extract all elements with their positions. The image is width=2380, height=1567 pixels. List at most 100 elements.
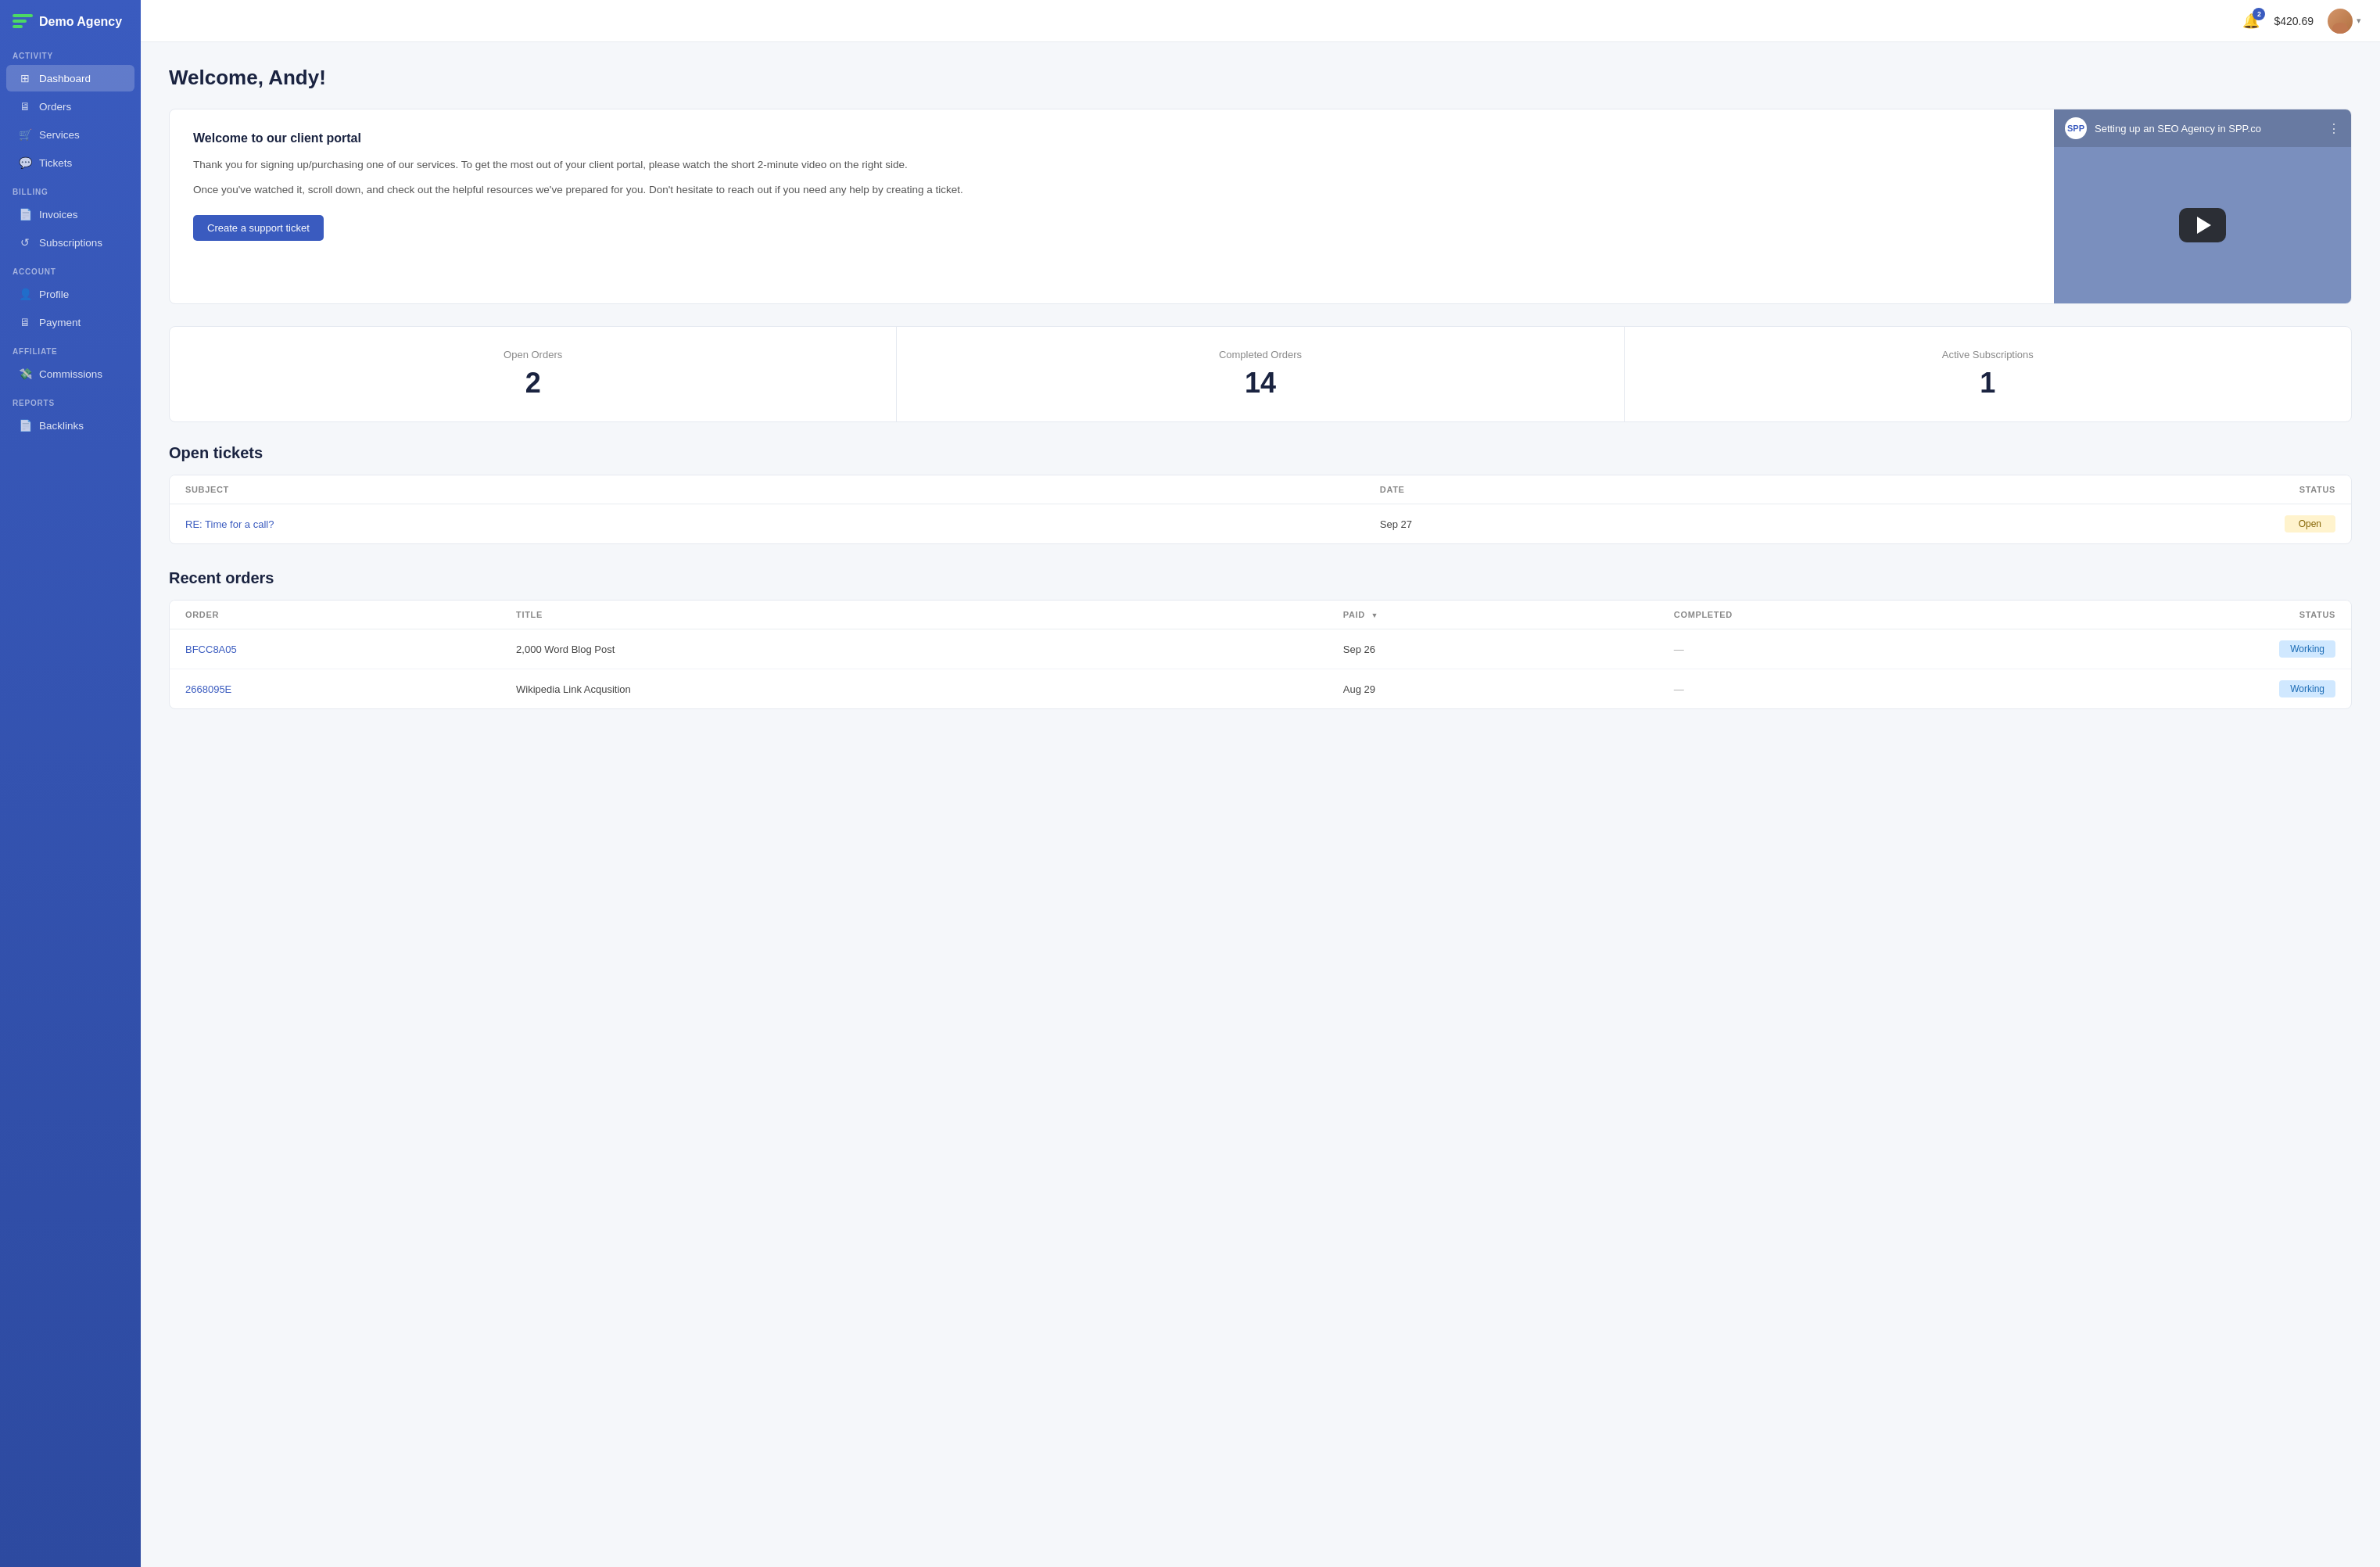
sidebar-item-commissions[interactable]: 💸 Commissions [6, 360, 134, 387]
orders-icon: 🖥 [19, 100, 31, 113]
open-tickets-table: SUBJECT DATE STATUS RE: Time for a call?… [169, 475, 2352, 544]
video-options-icon[interactable]: ⋮ [2328, 121, 2340, 136]
sidebar-item-label: Orders [39, 101, 71, 113]
orders-table-header: ORDER TITLE PAID ▼ COMPLETED STATUS [170, 601, 2351, 629]
sidebar-item-label: Services [39, 129, 80, 141]
commissions-icon: 💸 [19, 368, 31, 380]
status-badge: Working [2279, 640, 2335, 658]
col-title-header: TITLE [516, 610, 1343, 619]
account-balance: $420.69 [2274, 15, 2314, 27]
order-completed-date: — [1674, 644, 2005, 655]
order-id-link[interactable]: 2668095E [185, 683, 231, 695]
video-panel: SPP Setting up an SEO Agency in SPP.co ⋮ [2054, 109, 2351, 303]
page-title: Welcome, Andy! [169, 66, 2352, 90]
subscriptions-icon: ↺ [19, 236, 31, 249]
services-icon: 🛒 [19, 128, 31, 141]
video-title: Setting up an SEO Agency in SPP.co [2095, 123, 2261, 134]
sidebar-item-profile[interactable]: 👤 Profile [6, 281, 134, 307]
user-menu[interactable]: ▾ [2328, 9, 2361, 34]
sidebar-item-label: Backlinks [39, 420, 84, 432]
play-button[interactable] [2179, 208, 2226, 242]
active-subs-label: Active Subscriptions [1640, 349, 2335, 360]
sidebar-item-label: Dashboard [39, 73, 91, 84]
notification-badge: 2 [2253, 8, 2265, 20]
order-id: BFCC8A05 [185, 642, 516, 656]
table-row: BFCC8A05 2,000 Word Blog Post Sep 26 — W… [170, 629, 2351, 669]
ticket-status: Open [1858, 515, 2335, 532]
order-completed-date: — [1674, 683, 2005, 695]
payment-icon: 🖥 [19, 316, 31, 328]
topbar: 🔔 2 $420.69 ▾ [141, 0, 2380, 42]
sidebar-item-invoices[interactable]: 📄 Invoices [6, 201, 134, 228]
logo-icon [13, 14, 33, 30]
account-section-label: ACCOUNT [0, 256, 141, 280]
sidebar-item-tickets[interactable]: 💬 Tickets [6, 149, 134, 176]
main-area: 🔔 2 $420.69 ▾ Welcome, Andy! Welcome to … [141, 0, 2380, 1567]
backlinks-icon: 📄 [19, 419, 31, 432]
table-row: 2668095E Wikipedia Link Acqusition Aug 2… [170, 669, 2351, 708]
stats-row: Open Orders 2 Completed Orders 14 Active… [169, 326, 2352, 422]
order-paid-date: Sep 26 [1343, 644, 1674, 655]
ticket-subject-link[interactable]: RE: Time for a call? [185, 518, 274, 530]
welcome-card: Welcome to our client portal Thank you f… [169, 109, 2352, 304]
recent-orders-section-title: Recent orders [169, 569, 2352, 587]
video-play-area[interactable] [2054, 147, 2351, 303]
invoices-icon: 📄 [19, 208, 31, 221]
sidebar-item-subscriptions[interactable]: ↺ Subscriptions [6, 229, 134, 256]
notification-bell[interactable]: 🔔 2 [2242, 13, 2260, 30]
activity-section-label: ACTIVITY [0, 41, 141, 64]
open-orders-stat: Open Orders 2 [170, 327, 897, 421]
col-status-header: STATUS [1858, 485, 2335, 494]
col-completed-header: COMPLETED [1674, 610, 2005, 619]
order-title: Wikipedia Link Acqusition [516, 683, 1343, 695]
create-ticket-button[interactable]: Create a support ticket [193, 215, 324, 241]
sidebar-item-label: Tickets [39, 157, 72, 169]
completed-orders-value: 14 [912, 367, 1608, 400]
video-channel-icon: SPP [2065, 117, 2087, 139]
col-paid-header: PAID ▼ [1343, 610, 1674, 619]
ticket-subject: RE: Time for a call? [185, 517, 1380, 531]
sidebar-item-payment[interactable]: 🖥 Payment [6, 309, 134, 335]
sidebar-item-orders[interactable]: 🖥 Orders [6, 93, 134, 120]
profile-icon: 👤 [19, 288, 31, 300]
main-content: Welcome, Andy! Welcome to our client por… [141, 42, 2380, 1567]
open-orders-label: Open Orders [185, 349, 880, 360]
completed-orders-label: Completed Orders [912, 349, 1608, 360]
status-badge: Open [2285, 515, 2335, 532]
brand-logo[interactable]: Demo Agency [0, 0, 141, 41]
recent-orders-table: ORDER TITLE PAID ▼ COMPLETED STATUS BFCC… [169, 600, 2352, 709]
order-status: Working [2005, 640, 2335, 658]
billing-section-label: BILLING [0, 177, 141, 200]
sidebar-item-backlinks[interactable]: 📄 Backlinks [6, 412, 134, 439]
sidebar-item-label: Commissions [39, 368, 102, 380]
sidebar-item-services[interactable]: 🛒 Services [6, 121, 134, 148]
order-id: 2668095E [185, 682, 516, 696]
order-title: 2,000 Word Blog Post [516, 644, 1343, 655]
table-row: RE: Time for a call? Sep 27 Open [170, 504, 2351, 543]
chevron-down-icon: ▾ [2357, 16, 2361, 26]
avatar [2328, 9, 2353, 34]
ticket-date: Sep 27 [1380, 518, 1858, 530]
welcome-paragraph-2: Once you've watched it, scroll down, and… [193, 181, 2031, 199]
play-icon [2197, 217, 2211, 234]
col-order-header: ORDER [185, 610, 516, 619]
col-subject-header: SUBJECT [185, 485, 1380, 494]
active-subs-stat: Active Subscriptions 1 [1625, 327, 2351, 421]
brand-name: Demo Agency [39, 15, 122, 29]
affiliate-section-label: AFFILIATE [0, 336, 141, 360]
sidebar-item-label: Payment [39, 317, 81, 328]
sort-icon: ▼ [1371, 611, 1379, 619]
sidebar-item-dashboard[interactable]: ⊞ Dashboard [6, 65, 134, 91]
order-paid-date: Aug 29 [1343, 683, 1674, 695]
tickets-table-header: SUBJECT DATE STATUS [170, 475, 2351, 504]
order-id-link[interactable]: BFCC8A05 [185, 644, 237, 655]
welcome-text-panel: Welcome to our client portal Thank you f… [170, 109, 2054, 303]
sidebar-item-label: Profile [39, 289, 69, 300]
dashboard-icon: ⊞ [19, 72, 31, 84]
col-status2-header: STATUS [2005, 610, 2335, 619]
status-badge: Working [2279, 680, 2335, 697]
sidebar: Demo Agency ACTIVITY ⊞ Dashboard 🖥 Order… [0, 0, 141, 1567]
welcome-heading: Welcome to our client portal [193, 131, 2031, 145]
active-subs-value: 1 [1640, 367, 2335, 400]
sidebar-item-label: Subscriptions [39, 237, 102, 249]
